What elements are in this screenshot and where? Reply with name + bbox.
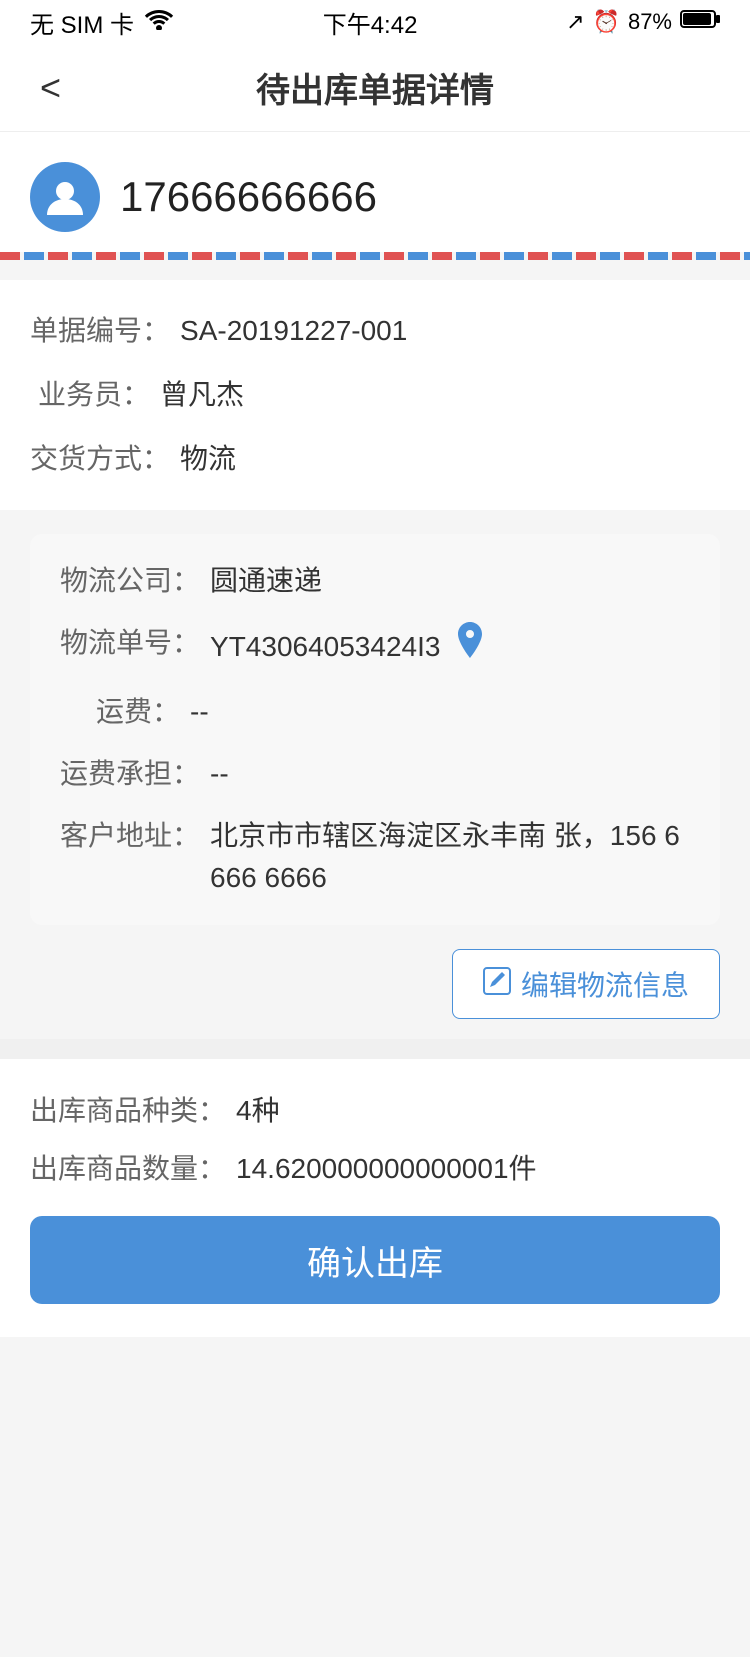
logistics-tracking-row: 物流单号： YT43064053424I3 xyxy=(60,622,690,671)
confirm-outbound-label: 确认出库 xyxy=(307,1236,443,1285)
product-types-value: 4种 xyxy=(236,1089,280,1129)
freight-bearer-value: -- xyxy=(210,753,690,795)
back-button[interactable]: < xyxy=(30,57,71,119)
delivery-row: 交货方式： 物流 xyxy=(30,438,720,480)
status-right: ↗ ⏰ 87% xyxy=(566,8,720,36)
logistics-card: 物流公司： 圆通速递 物流单号： YT43064053424I3 运费： -- … xyxy=(30,534,720,925)
carrier-label: 无 SIM 卡 xyxy=(30,5,134,40)
wifi-icon xyxy=(144,8,174,37)
section-divider xyxy=(0,1039,750,1059)
status-bar: 无 SIM 卡 下午4:42 ↗ ⏰ 87% xyxy=(0,0,750,44)
product-quantity-label: 出库商品数量： xyxy=(30,1147,236,1187)
edit-btn-container: 编辑物流信息 xyxy=(0,949,750,1039)
logistics-company-row: 物流公司： 圆通速递 xyxy=(60,560,690,602)
stats-section: 出库商品种类： 4种 出库商品数量： 14.620000000000001件 xyxy=(0,1059,750,1217)
delivery-label: 交货方式： xyxy=(30,438,180,480)
confirm-btn-wrapper: 确认出库 xyxy=(0,1200,750,1334)
nav-bar: < 待出库单据详情 xyxy=(0,44,750,132)
page-title: 待出库单据详情 xyxy=(256,63,494,112)
document-number-row: 单据编号： SA-20191227-001 xyxy=(30,310,720,352)
freight-bearer-label: 运费承担： xyxy=(60,753,210,795)
logistics-tracking-label: 物流单号： xyxy=(60,622,210,664)
battery-icon xyxy=(680,8,720,36)
salesperson-value: 曾凡杰 xyxy=(160,374,720,416)
bottom-spacer xyxy=(0,1337,750,1537)
customer-phone: 17666666666 xyxy=(120,173,377,221)
edit-logistics-label: 编辑物流信息 xyxy=(521,964,689,1004)
salesperson-row: 业务员： 曾凡杰 xyxy=(30,374,720,416)
address-value: 北京市市辖区海淀区永丰南 张，156 6666 6666 xyxy=(210,815,690,899)
freight-row: 运费： -- xyxy=(60,691,690,733)
freight-value: -- xyxy=(190,691,690,733)
battery-label: 87% xyxy=(628,9,672,35)
address-row: 客户地址： 北京市市辖区海淀区永丰南 张，156 6666 6666 xyxy=(60,815,690,899)
product-types-row: 出库商品种类： 4种 xyxy=(30,1089,720,1129)
address-label: 客户地址： xyxy=(60,815,210,857)
document-number-value: SA-20191227-001 xyxy=(180,310,720,352)
location-icon: ↗ xyxy=(566,9,584,35)
document-info-section: 单据编号： SA-20191227-001 业务员： 曾凡杰 交货方式： 物流 xyxy=(0,280,750,510)
location-pin-icon[interactable] xyxy=(454,622,486,671)
delivery-value: 物流 xyxy=(180,438,720,480)
logistics-tracking-value: YT43064053424I3 xyxy=(210,622,690,671)
avatar xyxy=(30,162,100,232)
customer-header: 17666666666 xyxy=(0,132,750,252)
product-quantity-value: 14.620000000000001件 xyxy=(236,1147,537,1187)
main-content: 17666666666 单据编号： SA-20191227-001 业务员： 曾… xyxy=(0,132,750,1657)
product-quantity-row: 出库商品数量： 14.620000000000001件 xyxy=(30,1147,720,1187)
confirm-outbound-button[interactable]: 确认出库 xyxy=(30,1216,720,1304)
alarm-icon: ⏰ xyxy=(593,9,620,35)
logistics-company-label: 物流公司： xyxy=(60,560,210,602)
status-left: 无 SIM 卡 xyxy=(30,5,174,40)
freight-bearer-row: 运费承担： -- xyxy=(60,753,690,795)
salesperson-label: 业务员： xyxy=(30,374,160,416)
logistics-company-value: 圆通速递 xyxy=(210,560,690,602)
freight-label: 运费： xyxy=(60,691,190,733)
dashed-divider xyxy=(0,252,750,260)
edit-icon xyxy=(483,967,511,1002)
product-types-label: 出库商品种类： xyxy=(30,1089,236,1129)
document-number-label: 单据编号： xyxy=(30,310,180,352)
edit-logistics-button[interactable]: 编辑物流信息 xyxy=(452,949,720,1019)
status-time: 下午4:42 xyxy=(323,5,418,40)
